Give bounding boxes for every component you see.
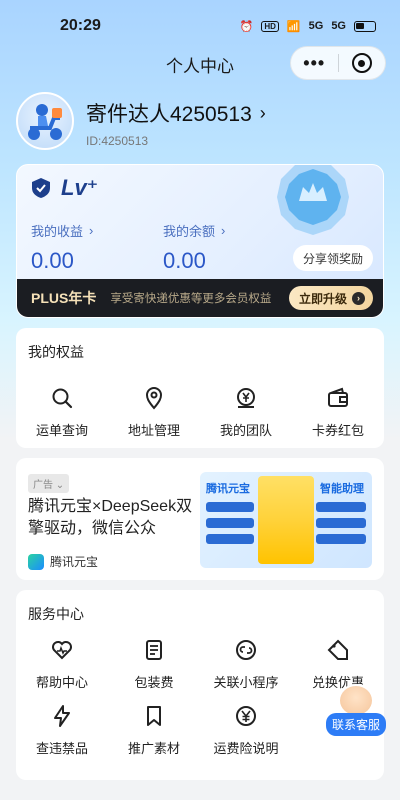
mini-program-capsule: ••• — [290, 46, 386, 80]
arrow-right-icon: › — [352, 291, 365, 305]
lightning-icon — [54, 705, 70, 727]
ad-pill — [316, 534, 366, 544]
search-icon — [52, 388, 73, 409]
wifi-icon: 📶 — [286, 20, 301, 33]
brand-logo-icon — [28, 553, 44, 570]
nav-bar: 个人中心 ••• — [0, 44, 400, 84]
chevron-right-icon: › — [89, 223, 94, 238]
alarm-icon: ⏰ — [239, 20, 254, 33]
avatar[interactable] — [16, 92, 74, 150]
customer-service-label: 联系客服 — [326, 713, 387, 736]
plus-description: 享受寄快递优惠等更多会员权益 — [110, 293, 272, 305]
service-item-help[interactable]: 帮助中心 — [16, 638, 108, 691]
member-card: Lv⁺ 我的收益 › 0.00 我的余额 › 0.00 分享领奖励 PLUS年卡 享… — [16, 164, 384, 318]
document-icon — [146, 640, 162, 660]
upgrade-button[interactable]: 立即升级 › — [288, 286, 373, 310]
rights-item-team[interactable]: 我的团队 — [200, 386, 292, 439]
user-id: ID:4250513 — [86, 134, 149, 148]
tag-icon — [327, 639, 348, 660]
page-title: 个人中心 — [166, 56, 234, 76]
hd-icon: HD — [261, 20, 279, 32]
shield-icon — [32, 178, 50, 198]
balance-stat[interactable]: 我的余额 › 0.00 — [163, 221, 225, 274]
scooter-avatar-icon — [28, 104, 62, 140]
chevron-right-icon: › — [221, 223, 226, 238]
ad-image-poster — [258, 476, 314, 564]
rights-card: 我的权益 运单查询 地址管理 我的团队 卡券红包 — [16, 328, 384, 448]
level-badge: Lv⁺ — [31, 175, 98, 201]
heart-help-icon — [52, 641, 72, 660]
5g-signal-icon: 5G — [308, 20, 324, 32]
service-item-packaging[interactable]: 包装费 — [108, 638, 200, 691]
link-icon — [236, 640, 256, 660]
ad-title: 腾讯元宝×DeepSeek双擎驱动，微信公众 — [28, 498, 193, 537]
ad-image-right-text: 智能助理 — [320, 483, 364, 495]
plus-title: PLUS年卡 — [31, 290, 97, 306]
ad-tag[interactable]: 广告 ⌄ — [28, 474, 70, 493]
rights-item-address[interactable]: 地址管理 — [108, 386, 200, 439]
income-stat[interactable]: 我的收益 › 0.00 — [31, 221, 93, 274]
more-dots-icon[interactable]: ••• — [291, 53, 338, 74]
rights-title: 我的权益 — [28, 344, 84, 360]
location-pin-icon — [145, 387, 163, 410]
medal-icon — [277, 165, 349, 235]
service-title: 服务中心 — [28, 606, 84, 622]
yen-icon — [236, 706, 256, 726]
chevron-down-icon: ⌄ — [55, 480, 65, 491]
level-label: Lv⁺ — [61, 175, 99, 200]
plus-banner[interactable]: PLUS年卡 享受寄快递优惠等更多会员权益 立即升级 › — [17, 279, 383, 317]
5g-signal-icon: 5G — [331, 20, 346, 32]
ad-pill — [206, 518, 254, 528]
balance-value: 0.00 — [163, 248, 206, 273]
ad-pill — [206, 502, 254, 512]
rights-item-coupons[interactable]: 卡券红包 — [292, 386, 384, 439]
team-coin-icon — [237, 388, 255, 408]
income-value: 0.00 — [31, 248, 74, 273]
ad-brand: 腾讯元宝 — [28, 553, 98, 570]
service-item-insurance[interactable]: 运费险说明 — [200, 704, 292, 757]
ad-image-left-text: 腾讯元宝 — [206, 483, 250, 495]
rights-item-tracking[interactable]: 运单查询 — [16, 386, 108, 439]
chevron-right-icon: › — [259, 102, 266, 123]
ad-card[interactable]: 广告 ⌄ 腾讯元宝×DeepSeek双擎驱动，微信公众 腾讯元宝 腾讯元宝 智能… — [16, 458, 384, 580]
target-icon[interactable] — [339, 53, 386, 73]
wallet-icon — [328, 387, 348, 407]
bookmark-icon — [147, 706, 161, 726]
customer-service-button[interactable]: 联系客服 — [326, 684, 387, 736]
profile-header[interactable]: 寄件达人4250513 › ID:4250513 — [16, 92, 266, 150]
service-item-prohibited[interactable]: 查违禁品 — [16, 704, 108, 757]
ad-pill — [206, 534, 254, 544]
share-reward-button[interactable]: 分享领奖励 — [292, 245, 373, 271]
ad-pill — [316, 518, 366, 528]
ad-pill — [316, 502, 366, 512]
service-item-mini-program[interactable]: 关联小程序 — [200, 638, 292, 691]
service-item-promo[interactable]: 推广素材 — [108, 704, 200, 757]
status-time: 20:29 — [60, 17, 101, 34]
user-name[interactable]: 寄件达人4250513 › — [86, 98, 266, 128]
battery-icon — [354, 20, 376, 32]
ad-image[interactable]: 腾讯元宝 智能助理 — [200, 472, 372, 568]
status-icons: ⏰ HD 📶 5G 5G — [240, 20, 376, 33]
